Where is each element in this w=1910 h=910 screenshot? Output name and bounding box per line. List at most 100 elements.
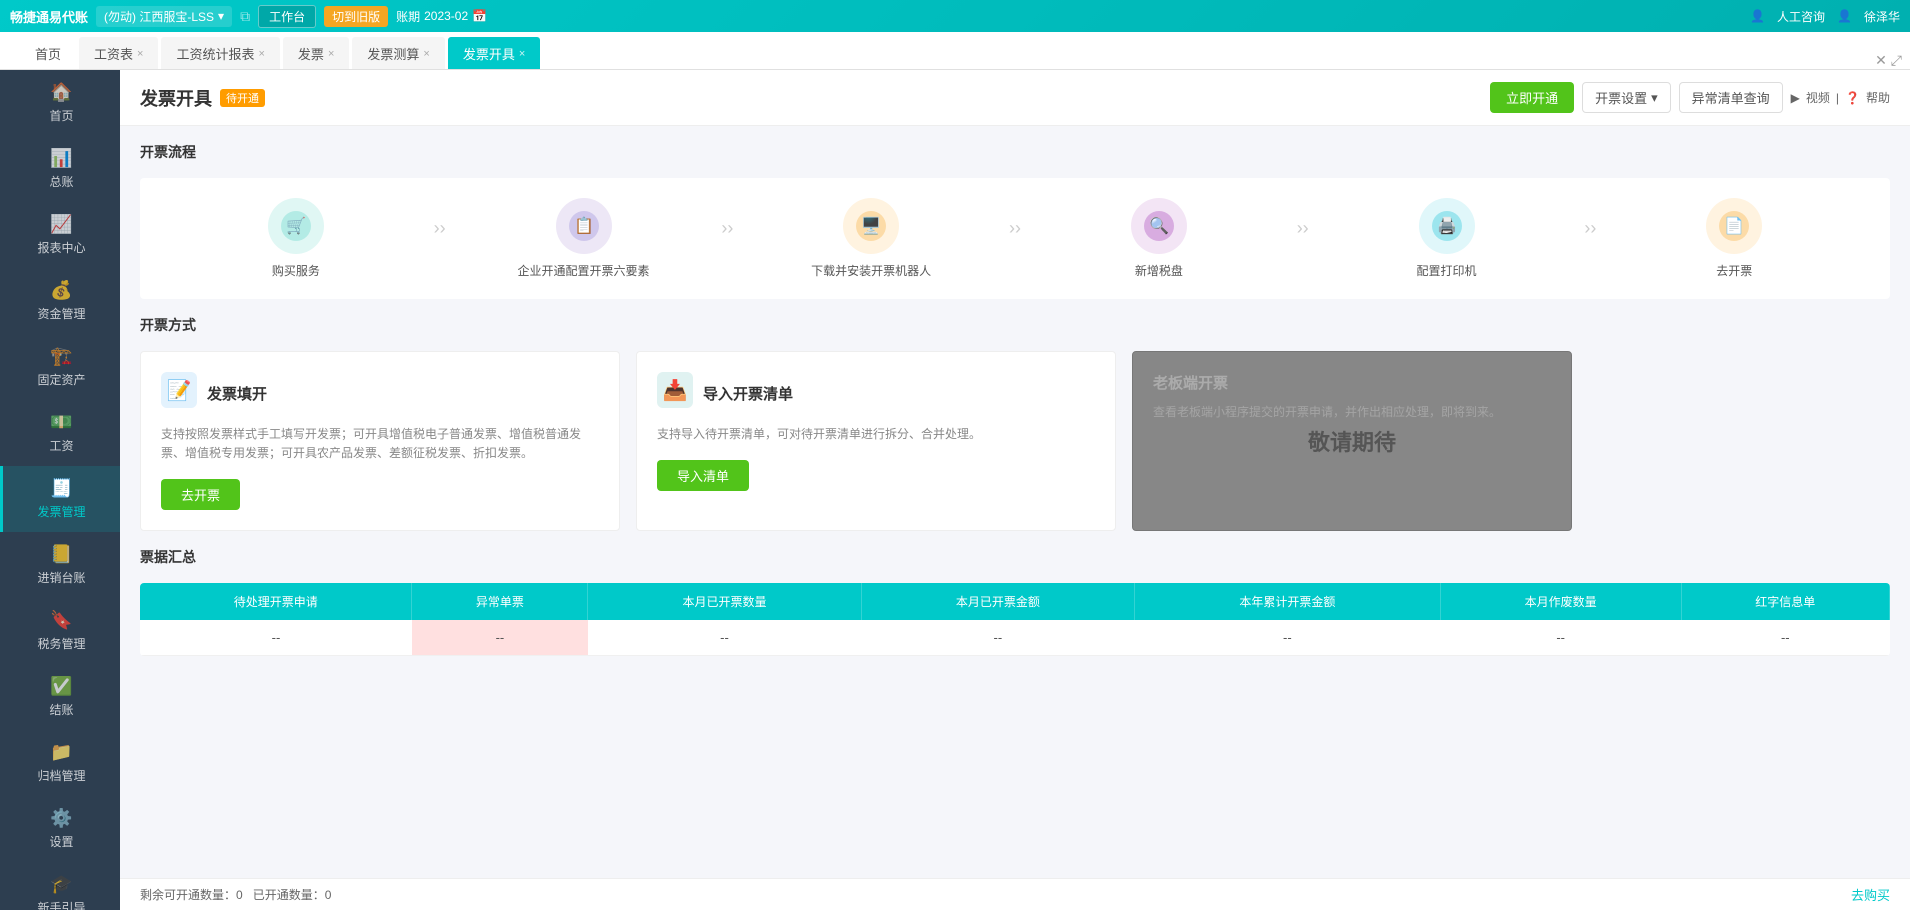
svg-text:🔍: 🔍 (1149, 215, 1169, 235)
flow-step-taxdisk[interactable]: 🔍 新增税盘 (1023, 198, 1295, 279)
flow-step-printer[interactable]: 🖨️ 配置打印机 (1311, 198, 1583, 279)
workspace-button[interactable]: 工作台 (258, 5, 316, 28)
sidebar-item-settings[interactable]: ⚙️ 设置 (0, 796, 120, 862)
content-area: 发票开具 待开通 立即开通 开票设置 ▾ 异常清单查询 ▶ 视频 | ❓ 帮助 (120, 70, 1910, 910)
buy-link[interactable]: 去购买 (1851, 885, 1890, 904)
footer-info: 剩余可开通数量：0 已开通数量：0 (140, 886, 331, 903)
val-abnormal: -- (412, 620, 588, 656)
flow-step-issue-label: 去开票 (1716, 262, 1752, 279)
help-icon: ❓ (1845, 91, 1860, 105)
methods-row: 📝 发票填开 支持按照发票样式手工填写开发票；可开具增值税电子普通发票、增值税普… (140, 351, 1890, 531)
switch-version-button[interactable]: 切到旧版 (324, 6, 388, 27)
salary-icon: 💵 (50, 412, 72, 433)
top-bar-left: 畅捷通易代账 (勿动) 江西服宝-LSS ▾ ⧉ 工作台 切到旧版 账期 202… (10, 5, 487, 28)
chevron-down-icon: ▾ (218, 9, 224, 23)
tab-salary-close[interactable]: × (137, 48, 143, 60)
sidebar-item-reports[interactable]: 📈 报表中心 (0, 202, 120, 268)
tab-salary-report[interactable]: 工资统计报表 × (161, 37, 279, 69)
sidebar-item-invoice-mgmt[interactable]: 🧾 发票管理 (0, 466, 120, 532)
tab-salary-report-close[interactable]: × (258, 48, 264, 60)
sidebar-item-close-accounts[interactable]: ✅ 结账 (0, 664, 120, 730)
flow-step-download[interactable]: 🖥️ 下载并安装开票机器人 (735, 198, 1007, 279)
sidebar-item-guide-label: 新手引导 (37, 899, 85, 910)
svg-text:🖥️: 🖥️ (861, 216, 881, 235)
sidebar-item-tax-label: 税务管理 (37, 635, 85, 652)
tax-icon: 🔖 (50, 610, 72, 631)
manual-card-icon: 📝 (161, 372, 197, 415)
manual-card-desc: 支持按照发票样式手工填写开发票；可开具增值税电子普通发票、增值税普通发票、增值税… (161, 425, 599, 463)
page-footer: 剩余可开通数量：0 已开通数量：0 去购买 (120, 878, 1910, 910)
resize-icon[interactable]: ⤢ (1891, 52, 1902, 69)
svg-text:📋: 📋 (574, 216, 594, 235)
video-label[interactable]: 视频 (1806, 89, 1830, 106)
tab-salary[interactable]: 工资表 × (79, 37, 158, 69)
method-card-import: 📥 导入开票清单 支持导入待开票清单，可对待开票清单进行拆分、合并处理。 导入清… (636, 351, 1116, 531)
tab-home[interactable]: 首页 (20, 37, 76, 69)
funds-icon: 💰 (50, 280, 72, 301)
arrow-5: ›› (1584, 218, 1596, 259)
tab-invoice-open-close[interactable]: × (519, 48, 525, 60)
import-card-desc: 支持导入待开票清单，可对待开票清单进行拆分、合并处理。 (657, 425, 1095, 444)
tab-invoice-close[interactable]: × (328, 48, 334, 60)
sidebar-item-guide[interactable]: 🎓 新手引导 (0, 862, 120, 910)
svg-text:🛒: 🛒 (286, 216, 306, 235)
import-list-button[interactable]: 导入清单 (657, 460, 749, 491)
arrow-2: ›› (721, 218, 733, 259)
company-name: (勿动) 江西服宝-LSS (104, 8, 214, 25)
guide-icon: 🎓 (50, 874, 72, 895)
sidebar-item-reports-label: 报表中心 (37, 239, 85, 256)
query-button[interactable]: 异常清单查询 (1679, 82, 1783, 113)
sidebar-item-archive[interactable]: 📁 归档管理 (0, 730, 120, 796)
invoice-mgmt-icon: 🧾 (50, 478, 72, 499)
col-pending: 待处理开票申请 (140, 583, 412, 620)
immediate-open-button[interactable]: 立即开通 (1490, 82, 1574, 113)
sidebar-item-salary[interactable]: 💵 工资 (0, 400, 120, 466)
sidebar-item-ledger-label: 总账 (49, 173, 73, 190)
flow-step-buy[interactable]: 🛒 购买服务 (160, 198, 432, 279)
sidebar-item-home[interactable]: 🏠 首页 (0, 70, 120, 136)
purchase-sales-icon: 📒 (50, 544, 72, 565)
period-label: 账期 (396, 8, 420, 25)
val-year-total: -- (1134, 620, 1440, 656)
col-abnormal: 异常单票 (412, 583, 588, 620)
close-icon[interactable]: ✕ (1875, 52, 1887, 69)
help-label[interactable]: 帮助 (1866, 89, 1890, 106)
val-red-info: -- (1681, 620, 1889, 656)
tab-invoice-calc-close[interactable]: × (423, 48, 429, 60)
sidebar-item-purchase-sales[interactable]: 📒 进销台账 (0, 532, 120, 598)
flow-steps: 🛒 购买服务 ›› 📋 企业开通配置开票六要素 ›› 🖥️ (140, 178, 1890, 299)
sidebar-item-tax[interactable]: 🔖 税务管理 (0, 598, 120, 664)
import-card-title: 导入开票清单 (703, 383, 793, 404)
tab-invoice-open[interactable]: 发票开具 × (448, 37, 540, 69)
sidebar-item-ledger[interactable]: 📊 总账 (0, 136, 120, 202)
flow-step-config[interactable]: 📋 企业开通配置开票六要素 (448, 198, 720, 279)
tab-invoice[interactable]: 发票 × (283, 37, 349, 69)
period-tag: 账期 2023-02 📅 (396, 8, 487, 25)
company-selector[interactable]: (勿动) 江西服宝-LSS ▾ (96, 6, 232, 27)
sidebar-item-funds[interactable]: 💰 资金管理 (0, 268, 120, 334)
sidebar-item-assets[interactable]: 🏗️ 固定资产 (0, 334, 120, 400)
tab-invoice-calc[interactable]: 发票测算 × (352, 37, 444, 69)
flow-step-issue[interactable]: 📄 去开票 (1598, 198, 1870, 279)
avatar-icon: 👤 (1837, 9, 1852, 23)
page-actions: 立即开通 开票设置 ▾ 异常清单查询 ▶ 视频 | ❓ 帮助 (1490, 82, 1890, 113)
customer-service-label[interactable]: 人工咨询 (1777, 8, 1825, 25)
page-title: 发票开具 (140, 85, 212, 111)
go-issue-button[interactable]: 去开票 (161, 479, 240, 510)
printer-icon: 🖨️ (1419, 198, 1475, 254)
settings-button[interactable]: 开票设置 ▾ (1582, 82, 1671, 113)
tab-invoice-calc-label: 发票测算 (367, 44, 419, 63)
flow-step-download-label: 下载并安装开票机器人 (811, 262, 931, 279)
calendar-icon[interactable]: 📅 (472, 9, 487, 23)
taxdisk-icon: 🔍 (1131, 198, 1187, 254)
sidebar-item-funds-label: 资金管理 (37, 305, 85, 322)
sidebar: 🏠 首页 📊 总账 📈 报表中心 💰 资金管理 🏗️ 固定资产 💵 工资 🧾 发… (0, 70, 120, 910)
flow-step-printer-label: 配置打印机 (1417, 262, 1477, 279)
settings-label: 开票设置 (1595, 88, 1647, 107)
col-red-info: 红字信息单 (1681, 583, 1889, 620)
issue-icon: 📄 (1706, 198, 1762, 254)
col-month-amount: 本月已开票金额 (861, 583, 1134, 620)
col-year-total: 本年累计开票金额 (1134, 583, 1440, 620)
username[interactable]: 徐泽华 (1864, 8, 1900, 25)
tab-controls: ✕ ⤢ (1875, 52, 1910, 69)
